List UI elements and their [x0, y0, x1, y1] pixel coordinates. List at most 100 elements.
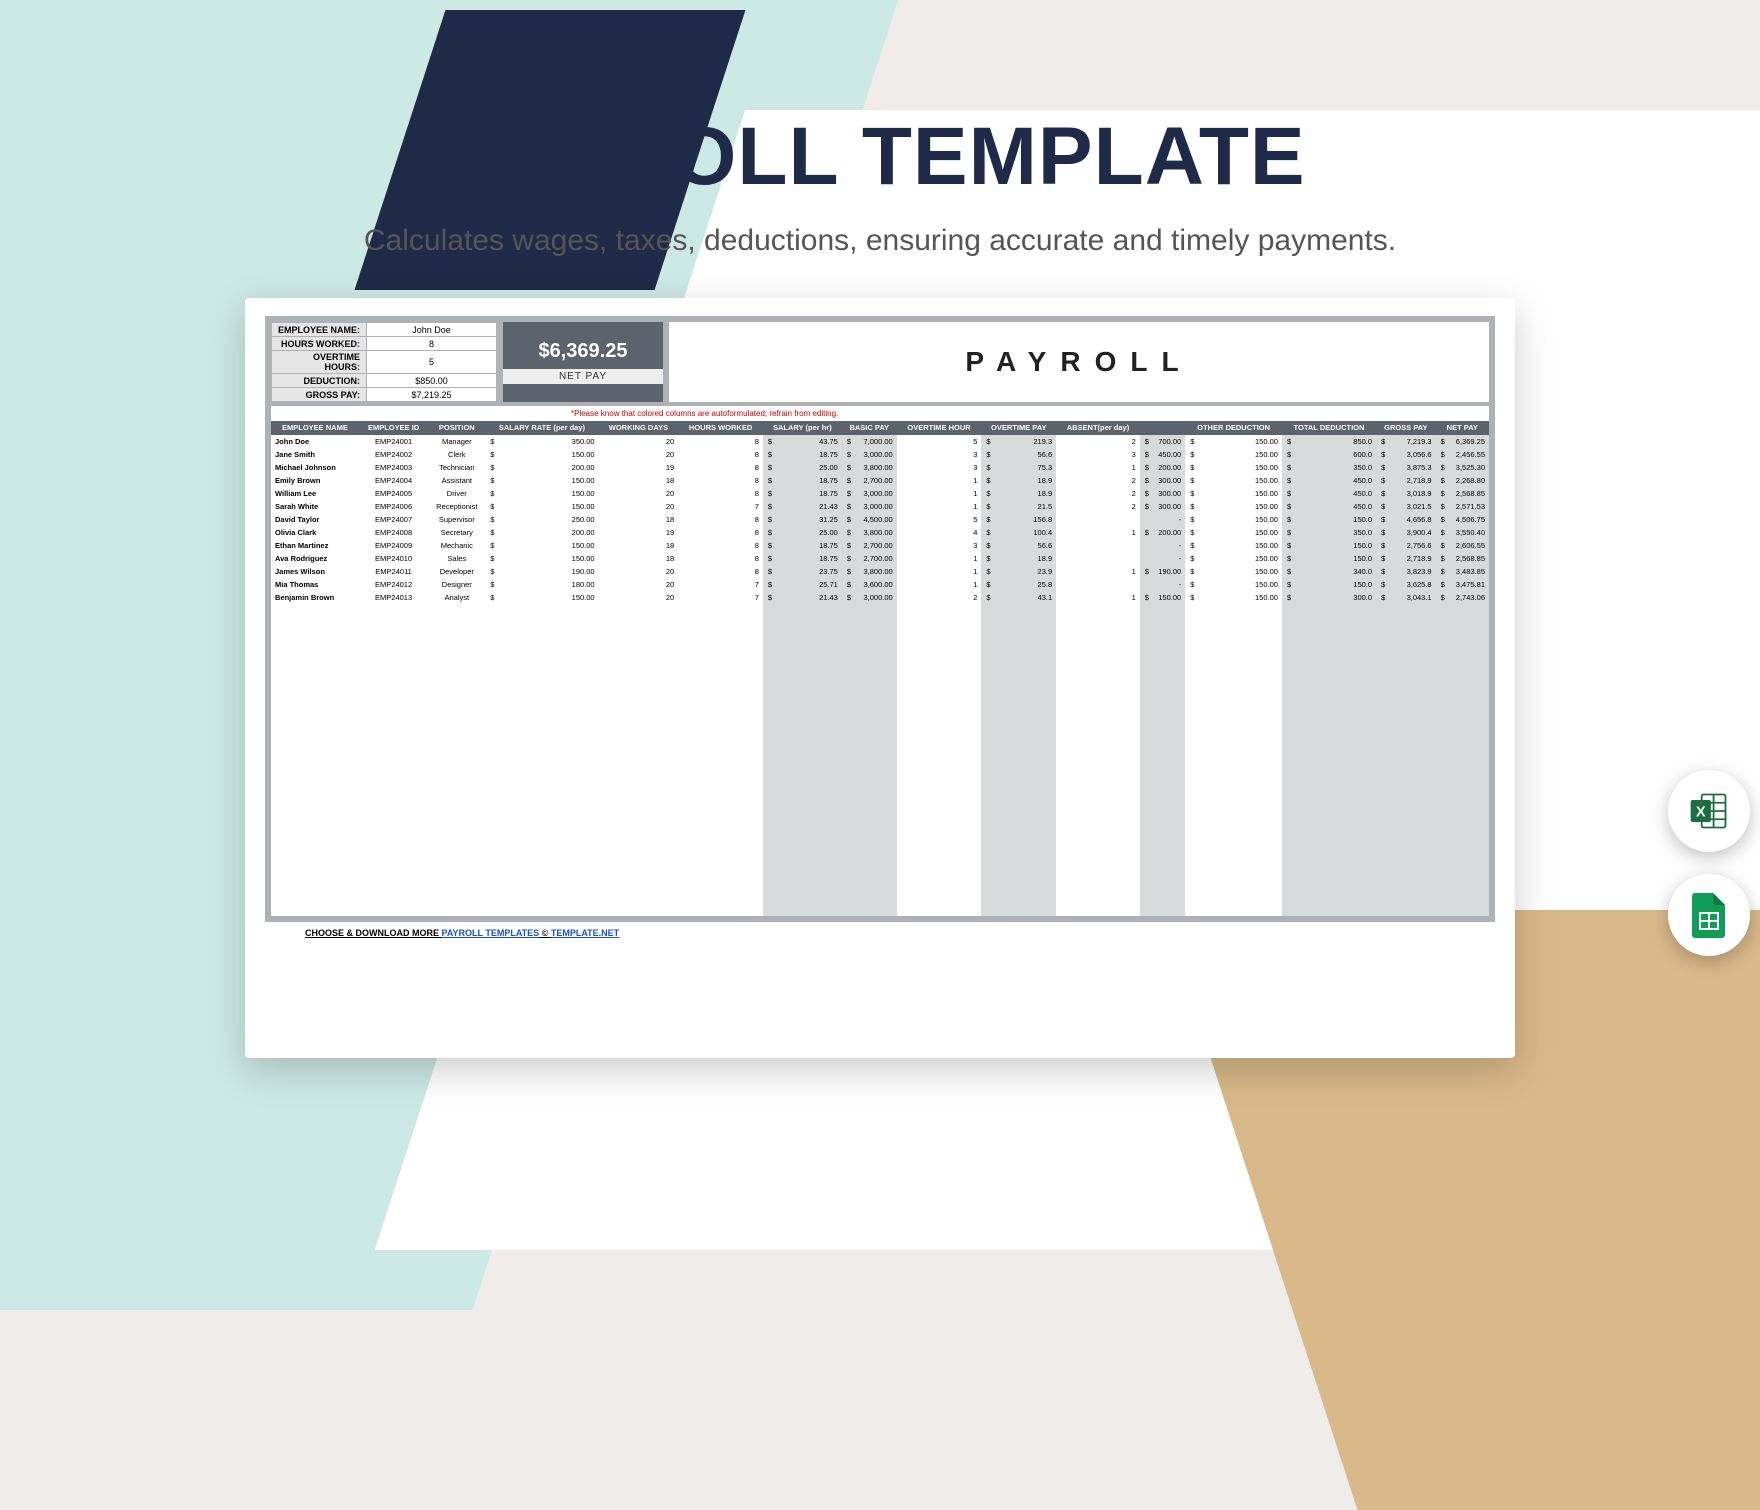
sheets-icon[interactable] — [1668, 874, 1750, 956]
cell-name: Emily Brown — [271, 474, 359, 487]
empty-row — [271, 890, 1489, 903]
cell-wdays: 20 — [599, 448, 679, 461]
cell-wdays: 19 — [599, 461, 679, 474]
cell-rate: 200.00 — [485, 526, 598, 539]
cell-pos: Supervisor — [428, 513, 485, 526]
cell-id: EMP24013 — [359, 591, 429, 604]
cell-id: EMP24003 — [359, 461, 429, 474]
cell-rate: 350.00 — [485, 435, 598, 448]
empty-row — [271, 877, 1489, 890]
table-row: Ava RodriguezEMP24010Sales150.0018818.75… — [271, 552, 1489, 565]
cell-wdays: 20 — [599, 591, 679, 604]
empty-row — [271, 656, 1489, 669]
cell-gross: 3,900.4 — [1376, 526, 1436, 539]
cell-salhr: 18.75 — [763, 474, 842, 487]
payroll-table: EMPLOYEE NAMEEMPLOYEE IDPOSITIONSALARY R… — [271, 421, 1489, 916]
cell-absd: 1 — [1056, 461, 1140, 474]
cell-otpay: 21.5 — [981, 500, 1056, 513]
cell-salhr: 21.43 — [763, 500, 842, 513]
cell-name: William Lee — [271, 487, 359, 500]
cell-otpay: 43.1 — [981, 591, 1056, 604]
cell-name: Ethan Martinez — [271, 539, 359, 552]
cell-salhr: 21.43 — [763, 591, 842, 604]
cell-absamt: 700.00 — [1140, 435, 1185, 448]
cell-id: EMP24004 — [359, 474, 429, 487]
cell-net: 2,568.85 — [1436, 552, 1489, 565]
table-row: William LeeEMP24005Driver150.0020818.753… — [271, 487, 1489, 500]
cell-gross: 3,625.8 — [1376, 578, 1436, 591]
cell-oth: 1 — [897, 565, 982, 578]
cell-absd: 2 — [1056, 474, 1140, 487]
cell-basic: 4,500.00 — [842, 513, 897, 526]
cell-id: EMP24007 — [359, 513, 429, 526]
cell-basic: 2,700.00 — [842, 474, 897, 487]
column-header: SALARY (per hr) — [763, 421, 842, 435]
cell-oded: 150.00 — [1185, 552, 1282, 565]
netpay-amount: $6,369.25 — [539, 340, 628, 363]
cell-oded: 150.00 — [1185, 591, 1282, 604]
cell-hworked: 8 — [678, 539, 763, 552]
empty-row — [271, 630, 1489, 643]
cell-hworked: 8 — [678, 474, 763, 487]
cell-wdays: 20 — [599, 578, 679, 591]
empty-row — [271, 760, 1489, 773]
summary-table: EMPLOYEE NAME:John Doe HOURS WORKED:8 OV… — [271, 322, 497, 402]
sheet-banner-title: PAYROLL — [669, 322, 1489, 402]
footer-link-site[interactable]: TEMPLATE.NET — [551, 928, 619, 938]
cell-rate: 200.00 — [485, 461, 598, 474]
cell-rate: 180.00 — [485, 578, 598, 591]
cell-gross: 2,718.9 — [1376, 474, 1436, 487]
page-subtitle: Calculates wages, taxes, deductions, ens… — [0, 224, 1760, 258]
cell-otpay: 100.4 — [981, 526, 1056, 539]
cell-net: 6,369.25 — [1436, 435, 1489, 448]
table-row: Emily BrownEMP24004Assistant150.0018818.… — [271, 474, 1489, 487]
empty-row — [271, 708, 1489, 721]
cell-salhr: 18.75 — [763, 487, 842, 500]
cell-oded: 150.00 — [1185, 461, 1282, 474]
cell-absamt: 190.00 — [1140, 565, 1185, 578]
cell-name: Benjamin Brown — [271, 591, 359, 604]
cell-net: 2,268.80 — [1436, 474, 1489, 487]
cell-absamt: 450.00 — [1140, 448, 1185, 461]
empty-row — [271, 604, 1489, 617]
table-row: Olivia ClarkEMP24008Secretary200.0019825… — [271, 526, 1489, 539]
cell-absamt: - — [1140, 578, 1185, 591]
cell-wdays: 20 — [599, 435, 679, 448]
cell-basic: 3,000.00 — [842, 500, 897, 513]
cell-otpay: 56.6 — [981, 539, 1056, 552]
cell-absd — [1056, 552, 1140, 565]
cell-oth: 3 — [897, 448, 982, 461]
table-row: Benjamin BrownEMP24013Analyst150.0020721… — [271, 591, 1489, 604]
page-title: PAYROLL TEMPLATE — [0, 110, 1760, 204]
cell-gross: 3,043.1 — [1376, 591, 1436, 604]
cell-tded: 340.0 — [1282, 565, 1376, 578]
cell-rate: 190.00 — [485, 565, 598, 578]
excel-icon[interactable]: X — [1668, 770, 1750, 852]
summary-label: GROSS PAY: — [272, 388, 367, 402]
cell-tded: 450.0 — [1282, 474, 1376, 487]
cell-oded: 150.00 — [1185, 539, 1282, 552]
cell-pos: Analyst — [428, 591, 485, 604]
cell-hworked: 8 — [678, 435, 763, 448]
cell-hworked: 8 — [678, 565, 763, 578]
table-row: James WilsonEMP24011Developer190.0020823… — [271, 565, 1489, 578]
cell-rate: 150.00 — [485, 500, 598, 513]
footer-prefix: CHOOSE & DOWNLOAD MORE — [305, 928, 442, 938]
cell-net: 4,506.75 — [1436, 513, 1489, 526]
cell-tded: 350.0 — [1282, 526, 1376, 539]
cell-oth: 2 — [897, 591, 982, 604]
cell-tded: 300.0 — [1282, 591, 1376, 604]
cell-wdays: 20 — [599, 565, 679, 578]
cell-oded: 150.00 — [1185, 500, 1282, 513]
cell-rate: 150.00 — [485, 487, 598, 500]
empty-row — [271, 786, 1489, 799]
cell-id: EMP24012 — [359, 578, 429, 591]
footer-link-templates[interactable]: PAYROLL TEMPLATES — [442, 928, 540, 938]
cell-oded: 150.00 — [1185, 513, 1282, 526]
cell-absd — [1056, 578, 1140, 591]
summary-label: EMPLOYEE NAME: — [272, 323, 367, 337]
cell-tded: 450.0 — [1282, 487, 1376, 500]
cell-gross: 4,656.8 — [1376, 513, 1436, 526]
empty-row — [271, 643, 1489, 656]
cell-oth: 1 — [897, 500, 982, 513]
